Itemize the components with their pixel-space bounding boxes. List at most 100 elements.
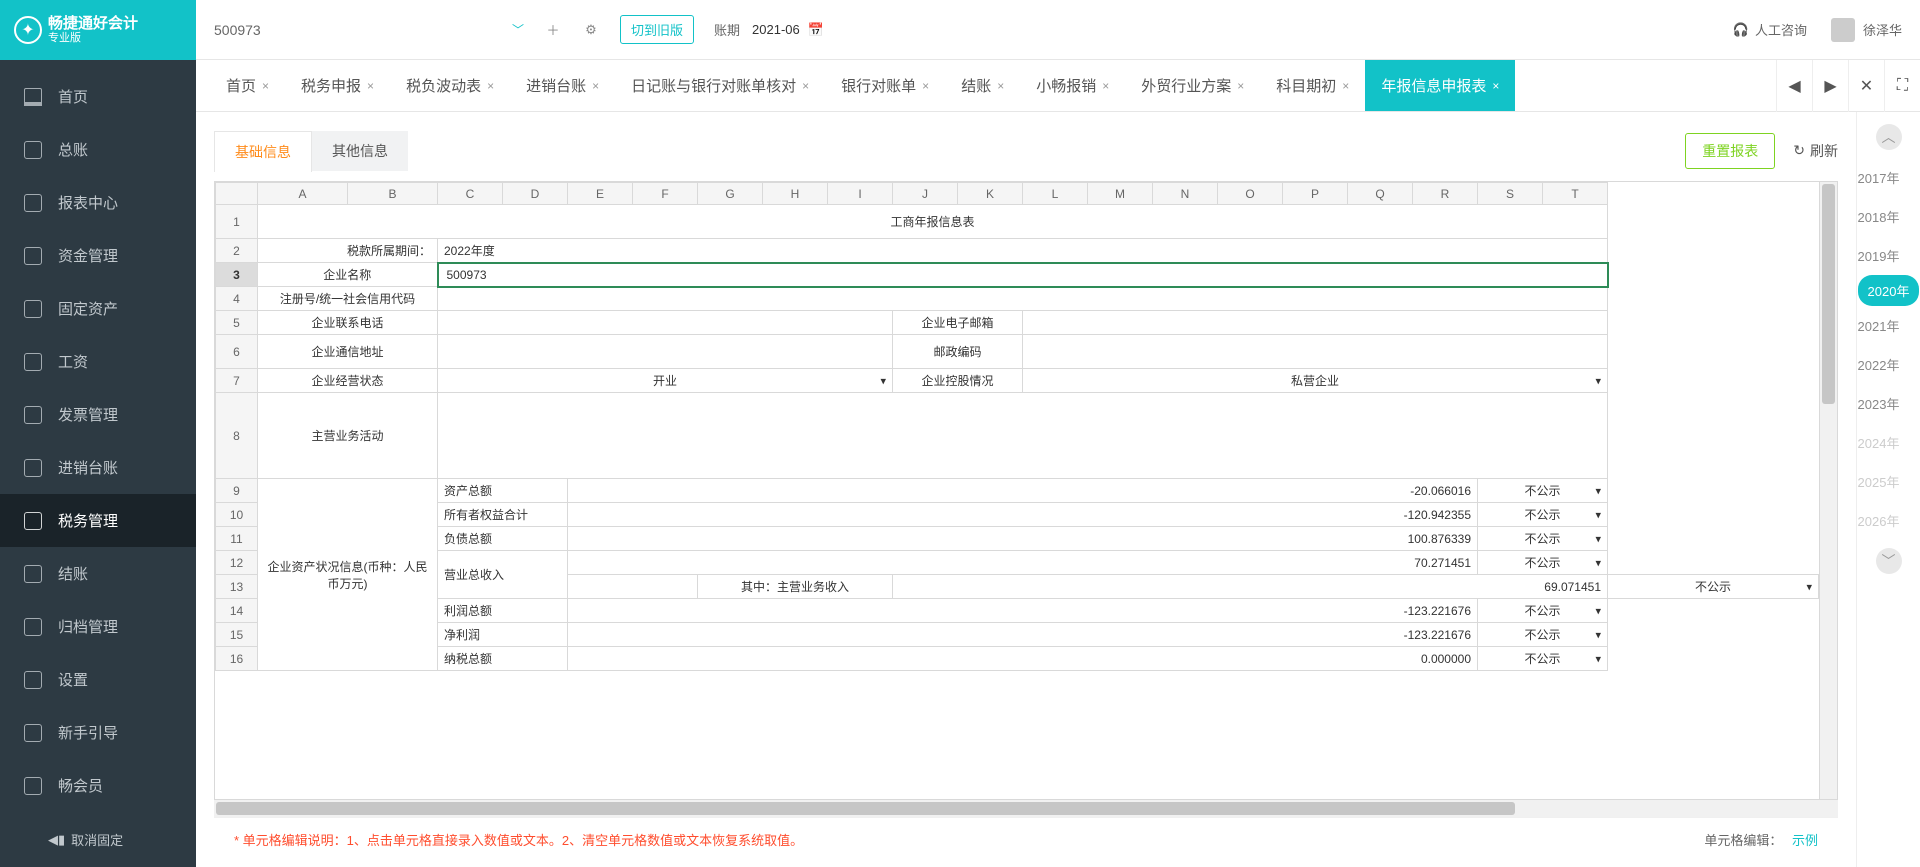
- col-D[interactable]: D: [503, 183, 568, 205]
- business-status-select[interactable]: 开业: [438, 369, 893, 393]
- holding-type-select[interactable]: 私营企业: [1023, 369, 1608, 393]
- r12-publish-select[interactable]: 不公示: [1478, 551, 1608, 575]
- col-P[interactable]: P: [1283, 183, 1348, 205]
- year-2019年[interactable]: 2019年: [1858, 236, 1920, 275]
- tab-0[interactable]: 首页×: [210, 60, 285, 111]
- sheet-corner[interactable]: [216, 183, 258, 205]
- col-E[interactable]: E: [568, 183, 633, 205]
- col-A[interactable]: A: [258, 183, 348, 205]
- year-2020年[interactable]: 2020年: [1858, 275, 1920, 306]
- sidebar-item-4[interactable]: 固定资产: [0, 282, 196, 335]
- r9-publish-select[interactable]: 不公示: [1478, 479, 1608, 503]
- col-I[interactable]: I: [828, 183, 893, 205]
- r5-value[interactable]: [438, 311, 893, 335]
- row-head-4[interactable]: 4: [216, 287, 258, 311]
- r16-value[interactable]: 0.000000: [568, 647, 1478, 671]
- close-icon[interactable]: ×: [922, 79, 929, 93]
- col-G[interactable]: G: [698, 183, 763, 205]
- r16-publish-select[interactable]: 不公示: [1478, 647, 1608, 671]
- reset-report-button[interactable]: 重置报表: [1685, 133, 1775, 169]
- tab-4[interactable]: 日记账与银行对账单核对×: [615, 60, 825, 111]
- year-2022年[interactable]: 2022年: [1858, 345, 1920, 384]
- row-head-13[interactable]: 13: [216, 575, 258, 599]
- r15-publish-select[interactable]: 不公示: [1478, 623, 1608, 647]
- year-2026年[interactable]: 2026年: [1858, 501, 1920, 540]
- col-M[interactable]: M: [1088, 183, 1153, 205]
- close-icon[interactable]: ×: [487, 79, 494, 93]
- close-icon[interactable]: ×: [592, 79, 599, 93]
- sidebar-item-7[interactable]: 进销台账: [0, 441, 196, 494]
- year-2021年[interactable]: 2021年: [1858, 306, 1920, 345]
- col-H[interactable]: H: [763, 183, 828, 205]
- year-scroll-down[interactable]: ﹀: [1876, 548, 1902, 574]
- sidebar-item-2[interactable]: 报表中心: [0, 176, 196, 229]
- tab-2[interactable]: 税负波动表×: [390, 60, 510, 111]
- refresh-button[interactable]: ↻ 刷新: [1793, 141, 1838, 161]
- close-icon[interactable]: ×: [802, 79, 809, 93]
- sidebar-item-8[interactable]: 税务管理: [0, 494, 196, 547]
- row-head-3[interactable]: 3: [216, 263, 258, 287]
- row-head-10[interactable]: 10: [216, 503, 258, 527]
- unpin-button[interactable]: ◀▮ 取消固定: [48, 830, 123, 849]
- tab-8[interactable]: 外贸行业方案×: [1125, 60, 1260, 111]
- tabs-scroll-right[interactable]: ▶: [1812, 60, 1848, 112]
- tab-5[interactable]: 银行对账单×: [825, 60, 945, 111]
- col-B[interactable]: B: [348, 183, 438, 205]
- col-S[interactable]: S: [1478, 183, 1543, 205]
- col-N[interactable]: N: [1153, 183, 1218, 205]
- r14-publish-select[interactable]: 不公示: [1478, 599, 1608, 623]
- r13-publish-select[interactable]: 不公示: [1608, 575, 1819, 599]
- subtab-basic-info[interactable]: 基础信息: [214, 131, 312, 172]
- r14-value[interactable]: -123.221676: [568, 599, 1478, 623]
- tab-6[interactable]: 结账×: [945, 60, 1020, 111]
- close-icon[interactable]: ×: [997, 79, 1004, 93]
- close-icon[interactable]: ×: [367, 79, 374, 93]
- horizontal-scrollbar[interactable]: [214, 799, 1838, 817]
- sidebar-item-3[interactable]: 资金管理: [0, 229, 196, 282]
- col-J[interactable]: J: [893, 183, 958, 205]
- col-O[interactable]: O: [1218, 183, 1283, 205]
- sidebar-item-5[interactable]: 工资: [0, 335, 196, 388]
- sidebar-item-0[interactable]: 首页: [0, 70, 196, 123]
- close-icon[interactable]: ×: [262, 79, 269, 93]
- col-K[interactable]: K: [958, 183, 1023, 205]
- r11-publish-select[interactable]: 不公示: [1478, 527, 1608, 551]
- avatar[interactable]: [1831, 18, 1855, 42]
- tab-3[interactable]: 进销台账×: [510, 60, 615, 111]
- r15-value[interactable]: -123.221676: [568, 623, 1478, 647]
- r13-value[interactable]: 69.071451: [893, 575, 1608, 599]
- add-icon[interactable]: ＋: [544, 21, 562, 39]
- tabs-scroll-left[interactable]: ◀: [1776, 60, 1812, 112]
- tab-9[interactable]: 科目期初×: [1260, 60, 1365, 111]
- year-scroll-up[interactable]: ︿: [1876, 124, 1902, 150]
- r12-value[interactable]: 70.271451: [568, 551, 1478, 575]
- r6-right-value[interactable]: [1023, 335, 1608, 369]
- close-icon[interactable]: ×: [1492, 79, 1499, 93]
- tab-1[interactable]: 税务申报×: [285, 60, 390, 111]
- col-C[interactable]: C: [438, 183, 503, 205]
- row-head-15[interactable]: 15: [216, 623, 258, 647]
- year-2024年[interactable]: 2024年: [1858, 423, 1920, 462]
- sidebar-item-12[interactable]: 新手引导: [0, 706, 196, 759]
- row-head-2[interactable]: 2: [216, 239, 258, 263]
- year-2025年[interactable]: 2025年: [1858, 462, 1920, 501]
- row-head-11[interactable]: 11: [216, 527, 258, 551]
- sidebar-item-10[interactable]: 归档管理: [0, 600, 196, 653]
- col-T[interactable]: T: [1543, 183, 1608, 205]
- row-head-7[interactable]: 7: [216, 369, 258, 393]
- vertical-scrollbar[interactable]: [1819, 182, 1837, 799]
- tabs-close-all[interactable]: ✕: [1848, 60, 1884, 112]
- close-icon[interactable]: ×: [1342, 79, 1349, 93]
- year-2017年[interactable]: 2017年: [1858, 158, 1920, 197]
- col-F[interactable]: F: [633, 183, 698, 205]
- sidebar-item-9[interactable]: 结账: [0, 547, 196, 600]
- row-head-14[interactable]: 14: [216, 599, 258, 623]
- row-head-1[interactable]: 1: [216, 205, 258, 239]
- col-L[interactable]: L: [1023, 183, 1088, 205]
- row-head-8[interactable]: 8: [216, 393, 258, 479]
- r11-value[interactable]: 100.876339: [568, 527, 1478, 551]
- col-R[interactable]: R: [1413, 183, 1478, 205]
- sidebar-item-6[interactable]: 发票管理: [0, 388, 196, 441]
- close-icon[interactable]: ×: [1237, 79, 1244, 93]
- r9-value[interactable]: -20.066016: [568, 479, 1478, 503]
